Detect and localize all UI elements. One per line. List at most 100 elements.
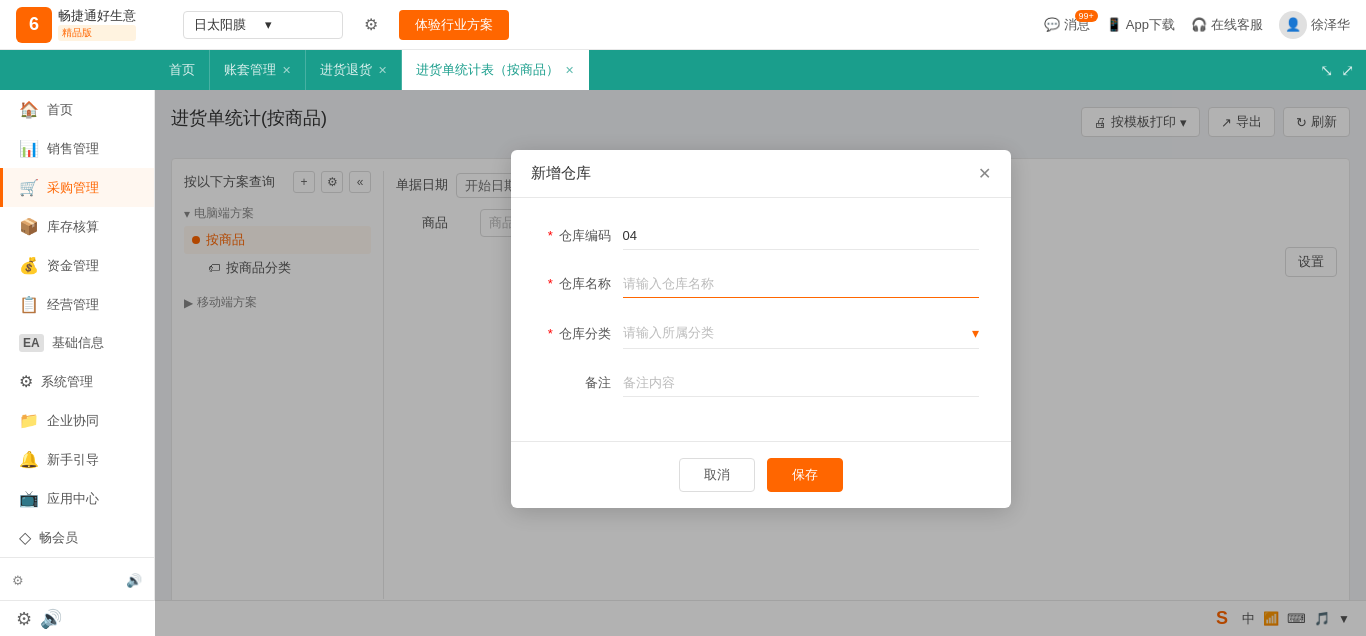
sidebar-item-sales[interactable]: 📊 销售管理 (0, 129, 154, 168)
sidebar-item-operation[interactable]: 📋 经营管理 (0, 285, 154, 324)
notification-badge: 99+ (1075, 10, 1098, 22)
header-right: 💬 消息 99+ 📱 App下载 🎧 在线客服 👤 徐泽华 (1044, 11, 1350, 39)
online-service-item[interactable]: 🎧 在线客服 (1191, 16, 1263, 34)
sidebar-item-inventory[interactable]: 📦 库存核算 (0, 207, 154, 246)
content-area: 进货单统计(按商品) 🖨 按模板打印 ▾ ↗ 导出 ↻ 刷新 (155, 90, 1366, 636)
sidebar-item-basic[interactable]: EA 基础信息 (0, 324, 154, 362)
warehouse-code-input[interactable] (623, 222, 979, 250)
finance-icon: 💰 (19, 256, 39, 275)
logo-icon: 6 (16, 7, 52, 43)
warehouse-name-row: * 仓库名称 (543, 270, 979, 298)
sidebar-item-system[interactable]: ⚙ 系统管理 (0, 362, 154, 401)
store-name: 日太阳膜 (194, 16, 261, 34)
tab-bar-right: ⤡ ⤢ (1320, 61, 1366, 80)
tab-return[interactable]: 进货退货 ✕ (306, 50, 402, 90)
sidebar-item-vip[interactable]: ◇ 畅会员 (0, 518, 154, 557)
tab-return-close[interactable]: ✕ (378, 64, 387, 77)
warehouse-note-row: 备注 (543, 369, 979, 397)
modal-close-button[interactable]: ✕ (978, 164, 991, 183)
sidebar-operation-label: 经营管理 (47, 296, 99, 314)
tab-return-label: 进货退货 (320, 61, 372, 79)
modal-backdrop: 新增仓库 ✕ * 仓库编码 * (155, 90, 1366, 636)
tab-stat[interactable]: 进货单统计表（按商品） ✕ (402, 50, 589, 90)
sidebar-basic-label: 基础信息 (52, 334, 104, 352)
sidebar-appstore-label: 应用中心 (47, 490, 99, 508)
warehouse-code-row: * 仓库编码 (543, 222, 979, 250)
logo-text-area: 畅捷通好生意 精品版 (58, 8, 136, 41)
sidebar-vip-label: 畅会员 (39, 529, 78, 547)
sidebar-purchase-label: 采购管理 (47, 179, 99, 197)
sidebar-item-home[interactable]: 🏠 首页 (0, 90, 154, 129)
sidebar-item-appstore[interactable]: 📺 应用中心 (0, 479, 154, 518)
sidebar-home-label: 首页 (47, 101, 73, 119)
logo-title: 畅捷通好生意 (58, 8, 136, 25)
top-header: 6 畅捷通好生意 精品版 日太阳膜 ▾ ⚙ 体验行业方案 💬 消息 99+ 📱 … (0, 0, 1366, 50)
modal-cancel-button[interactable]: 取消 (679, 458, 755, 492)
warehouse-category-row: * 仓库分类 请输入所属分类 ▾ (543, 318, 979, 349)
sidebar-inventory-label: 库存核算 (47, 218, 99, 236)
sidebar-guide-label: 新手引导 (47, 451, 99, 469)
sidebar-speaker-icon[interactable]: 🔊 (126, 573, 142, 588)
appstore-icon: 📺 (19, 489, 39, 508)
bottom-gear-icon[interactable]: ⚙ (16, 608, 32, 630)
sidebar-item-purchase[interactable]: 🛒 采购管理 (0, 168, 154, 207)
inventory-icon: 📦 (19, 217, 39, 236)
operation-icon: 📋 (19, 295, 39, 314)
bottom-speaker-icon[interactable]: 🔊 (40, 608, 62, 630)
enterprise-icon: 📁 (19, 411, 39, 430)
user-item[interactable]: 👤 徐泽华 (1279, 11, 1350, 39)
store-selector[interactable]: 日太阳膜 ▾ (183, 11, 343, 39)
sidebar: 🏠 首页 📊 销售管理 🛒 采购管理 📦 库存核算 💰 资金管理 📋 经营管理 … (0, 90, 155, 636)
sidebar-enterprise-label: 企业协同 (47, 412, 99, 430)
modal-footer: 取消 保存 (511, 441, 1011, 508)
modal-save-button[interactable]: 保存 (767, 458, 843, 492)
modal-header: 新增仓库 ✕ (511, 150, 1011, 198)
warehouse-name-input[interactable] (623, 270, 979, 298)
user-name: 徐泽华 (1311, 16, 1350, 34)
system-icon: ⚙ (19, 372, 33, 391)
tab-collapse-icon[interactable]: ⤡ (1320, 61, 1333, 80)
purchase-icon: 🛒 (19, 178, 39, 197)
main-layout: 🏠 首页 📊 销售管理 🛒 采购管理 📦 库存核算 💰 资金管理 📋 经营管理 … (0, 90, 1366, 636)
warehouse-category-select[interactable]: 请输入所属分类 ▾ (623, 318, 979, 349)
bottom-left: ⚙ 🔊 (16, 608, 62, 630)
tab-homepage-label: 首页 (169, 61, 195, 79)
guide-icon: 🔔 (19, 450, 39, 469)
app-download-icon: 📱 (1106, 17, 1122, 32)
warehouse-category-placeholder: 请输入所属分类 (623, 324, 714, 342)
sidebar-item-guide[interactable]: 🔔 新手引导 (0, 440, 154, 479)
vip-icon: ◇ (19, 528, 31, 547)
tab-stat-label: 进货单统计表（按商品） (416, 61, 559, 79)
sidebar-item-enterprise[interactable]: 📁 企业协同 (0, 401, 154, 440)
warehouse-note-input[interactable] (623, 369, 979, 397)
warehouse-name-label: * 仓库名称 (543, 275, 623, 293)
app-download-item[interactable]: 📱 App下载 (1106, 16, 1175, 34)
tab-account[interactable]: 账套管理 ✕ (210, 50, 306, 90)
sidebar-item-finance[interactable]: 💰 资金管理 (0, 246, 154, 285)
sales-icon: 📊 (19, 139, 39, 158)
tab-account-close[interactable]: ✕ (282, 64, 291, 77)
sidebar-finance-label: 资金管理 (47, 257, 99, 275)
settings-button[interactable]: ⚙ (355, 9, 387, 41)
warehouse-note-label: 备注 (543, 374, 623, 392)
notification-icon: 💬 (1044, 17, 1060, 32)
sidebar-settings-icon[interactable]: ⚙ (12, 573, 24, 588)
store-dropdown-icon: ▾ (265, 17, 332, 32)
user-avatar: 👤 (1279, 11, 1307, 39)
basic-icon: EA (19, 334, 44, 352)
trial-button[interactable]: 体验行业方案 (399, 10, 509, 40)
app-download-label: App下载 (1126, 16, 1175, 34)
tab-bar: 首页 账套管理 ✕ 进货退货 ✕ 进货单统计表（按商品） ✕ ⤡ ⤢ (0, 50, 1366, 90)
tab-stat-close[interactable]: ✕ (565, 64, 574, 77)
notification-item[interactable]: 💬 消息 99+ (1044, 16, 1090, 34)
tab-expand-icon[interactable]: ⤢ (1341, 61, 1354, 80)
home-icon: 🏠 (19, 100, 39, 119)
online-service-label: 在线客服 (1211, 16, 1263, 34)
tab-homepage[interactable]: 首页 (155, 50, 210, 90)
headphone-icon: 🎧 (1191, 17, 1207, 32)
warehouse-category-arrow: ▾ (972, 325, 979, 341)
tab-account-label: 账套管理 (224, 61, 276, 79)
modal-body: * 仓库编码 * 仓库名称 (511, 198, 1011, 441)
logo-area: 6 畅捷通好生意 精品版 (16, 7, 171, 43)
modal-new-warehouse: 新增仓库 ✕ * 仓库编码 * (511, 150, 1011, 508)
